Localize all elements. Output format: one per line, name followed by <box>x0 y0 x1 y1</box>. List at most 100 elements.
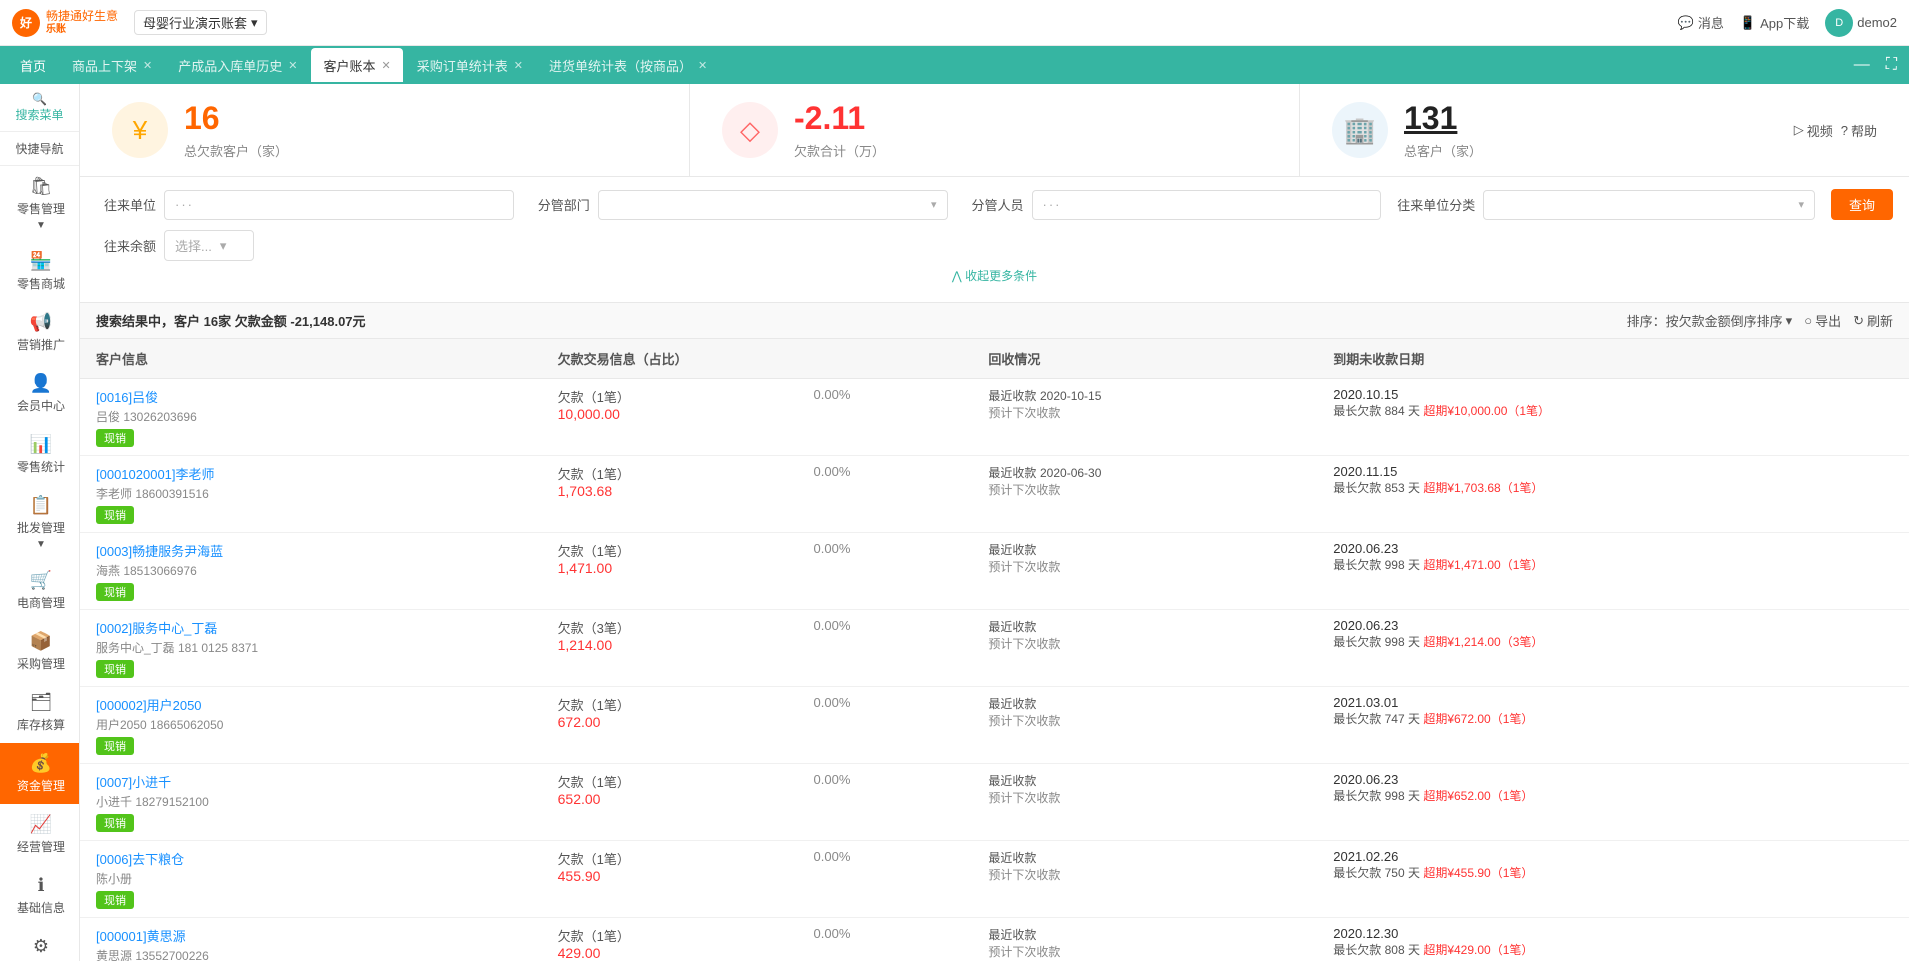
debt-amount-3[interactable]: 1,214.00 <box>558 637 774 653</box>
overdue-link-1[interactable]: 超期¥1,703.68（1笔） <box>1423 481 1543 495</box>
tab-product-off-close[interactable]: ✕ <box>143 59 152 72</box>
sidebar-item-purchase[interactable]: 📦 采购管理 <box>0 621 79 682</box>
message-btn[interactable]: 💬 消息 <box>1678 13 1724 32</box>
sidebar-item-sys[interactable]: ⚙ 系统管理 <box>0 926 79 961</box>
debt-amount-1[interactable]: 1,703.68 <box>558 483 774 499</box>
tab-purchase-order-close[interactable]: ✕ <box>514 59 523 72</box>
debt-amount-result: -21,148.07元 <box>290 314 365 329</box>
debt-amount-2[interactable]: 1,471.00 <box>558 560 774 576</box>
overdue-link-7[interactable]: 超期¥429.00（1笔） <box>1423 943 1533 957</box>
logo-icon: 好 <box>12 9 40 37</box>
balance-placeholder: 选择... <box>175 236 212 255</box>
sort-label: 排序：按欠款金额倒序排序 <box>1627 311 1783 330</box>
debt-amount-4[interactable]: 672.00 <box>558 714 774 730</box>
sidebar-item-retail-stat[interactable]: 📊 零售统计 <box>0 424 79 485</box>
sidebar-item-marketing[interactable]: 📢 营销推广 <box>0 302 79 363</box>
ratio-2: 0.00% <box>814 541 851 556</box>
due-date-5: 2020.06.23 <box>1333 772 1893 787</box>
sidebar-item-ops[interactable]: 📈 经营管理 <box>0 804 79 865</box>
overdue-link-5[interactable]: 超期¥652.00（1笔） <box>1423 789 1533 803</box>
tab-product-history[interactable]: 产成品入库单历史 ✕ <box>166 48 309 82</box>
query-button[interactable]: 查询 <box>1831 189 1893 220</box>
table-row: [000001]黄思源 黄思源 13552700226 现销 欠款（1笔） 42… <box>80 918 1909 961</box>
total-customers-icon: 🏢 <box>1332 102 1388 158</box>
stat-card-actions: ▷ 视频 ? 帮助 <box>1794 121 1877 140</box>
tab-home-label: 首页 <box>20 56 46 75</box>
unit-type-input[interactable]: ▾ <box>1483 190 1815 220</box>
debt-customers-icon: ¥ <box>112 102 168 158</box>
sidebar-purchase-label: 采购管理 <box>17 655 65 672</box>
tab-minimize-btn[interactable]: — <box>1850 54 1874 76</box>
overdue-link-2[interactable]: 超期¥1,471.00（1笔） <box>1423 558 1543 572</box>
sidebar-item-retail-mall[interactable]: 🏪 零售商城 <box>0 241 79 302</box>
cell-due-1: 2020.11.15 最长欠款 853 天 超期¥1,703.68（1笔） <box>1317 456 1909 533</box>
customer-name-7[interactable]: [000001]黄思源 <box>96 926 526 945</box>
chevron-down-icon2: ▼ <box>36 539 46 550</box>
tab-product-history-label: 产成品入库单历史 <box>178 56 282 75</box>
debt-count-4: 欠款（1笔） <box>558 695 774 714</box>
sidebar-marketing-label: 营销推广 <box>17 336 65 353</box>
user-area[interactable]: D demo2 <box>1825 9 1897 37</box>
debt-amount-0[interactable]: 10,000.00 <box>558 406 774 422</box>
cell-debt-0: 欠款（1笔） 10,000.00 <box>542 379 790 456</box>
tab-product-off[interactable]: 商品上下架 ✕ <box>60 48 164 82</box>
balance-select[interactable]: 选择... ▾ <box>164 230 254 261</box>
sidebar-item-basic[interactable]: ℹ 基础信息 <box>0 865 79 926</box>
tab-product-history-close[interactable]: ✕ <box>288 59 297 72</box>
overdue-link-6[interactable]: 超期¥455.90（1笔） <box>1423 866 1533 880</box>
collect-row-3: 最近收款 <box>988 618 1301 635</box>
customer-name-5[interactable]: [0007]小进千 <box>96 772 526 791</box>
tab-customer-account-close[interactable]: ✕ <box>382 59 391 72</box>
tab-customer-account[interactable]: 客户账本 ✕ <box>311 48 402 82</box>
col-debt-info: 欠款交易信息（占比） <box>542 339 973 379</box>
tab-bar: 首页 商品上下架 ✕ 产成品入库单历史 ✕ 客户账本 ✕ 采购订单统计表 ✕ 进… <box>0 46 1909 84</box>
customer-name-4[interactable]: [000002]用户2050 <box>96 695 526 714</box>
sidebar-item-inventory[interactable]: 🗂 库存核算 <box>0 682 79 743</box>
tab-maximize-btn[interactable]: ⛶ <box>1882 54 1901 76</box>
brand-link[interactable]: 乐账 <box>46 24 118 36</box>
company-selector[interactable]: 母婴行业演示账套 ▾ <box>134 10 267 35</box>
help-btn[interactable]: ? 帮助 <box>1841 121 1877 140</box>
sidebar-fast-nav[interactable]: 快捷导航 <box>0 132 79 166</box>
sidebar-item-retail-mgmt[interactable]: 🛍 零售管理 ▼ <box>0 166 79 241</box>
sidebar-item-batch-mgmt[interactable]: 📋 批发管理 ▼ <box>0 485 79 560</box>
debt-amount-5[interactable]: 652.00 <box>558 791 774 807</box>
balance-arrow: ▾ <box>220 238 227 254</box>
debt-amount-7[interactable]: 429.00 <box>558 945 774 961</box>
sort-btn[interactable]: 排序：按欠款金额倒序排序 ▾ <box>1627 311 1793 330</box>
collect-label-5: 最近收款 <box>988 774 1036 788</box>
total-customers-num[interactable]: 131 <box>1404 100 1482 137</box>
dept-input[interactable]: ▾ <box>598 190 948 220</box>
top-bar-left: 好 畅捷通好生意 乐账 母婴行业演示账套 ▾ <box>12 9 267 37</box>
tab-home[interactable]: 首页 <box>8 48 58 82</box>
refresh-btn[interactable]: ↻ 刷新 <box>1853 311 1893 330</box>
tab-purchase-stat[interactable]: 进货单统计表（按商品） ✕ <box>537 48 719 82</box>
customer-name-6[interactable]: [0006]去下粮仓 <box>96 849 526 868</box>
debt-amount-6[interactable]: 455.90 <box>558 868 774 884</box>
tab-purchase-order[interactable]: 采购订单统计表 ✕ <box>405 48 535 82</box>
total-customers-label: 总客户（家） <box>1404 141 1482 160</box>
sidebar-search-menu[interactable]: 🔍 搜索菜单 <box>0 84 79 132</box>
app-download-btn[interactable]: 📱 App下载 <box>1740 13 1809 32</box>
video-btn[interactable]: ▷ 视频 <box>1794 121 1833 140</box>
filter-row-2: 往来余额 选择... ▾ <box>96 230 1893 261</box>
filter-person: 分管人员 ··· <box>964 190 1382 220</box>
from-unit-input[interactable]: ··· <box>164 190 514 220</box>
col-collect: 回收情况 <box>972 339 1317 379</box>
customer-name-2[interactable]: [0003]畅捷服务尹海蓝 <box>96 541 526 560</box>
customer-name-3[interactable]: [0002]服务中心_丁磊 <box>96 618 526 637</box>
customer-name-1[interactable]: [0001020001]李老师 <box>96 464 526 483</box>
export-btn[interactable]: ○ 导出 <box>1804 311 1841 330</box>
overdue-link-3[interactable]: 超期¥1,214.00（3笔） <box>1423 635 1543 649</box>
person-input[interactable]: ··· <box>1032 190 1382 220</box>
cell-collect-7: 最近收款 预计下次收款 <box>972 918 1317 961</box>
sidebar-item-ecom[interactable]: 🛒 电商管理 <box>0 560 79 621</box>
customer-name-0[interactable]: [0016]吕俊 <box>96 387 526 406</box>
sidebar-item-finance[interactable]: 💰 资金管理 <box>0 743 79 804</box>
overdue-link-0[interactable]: 超期¥10,000.00（1笔） <box>1423 404 1550 418</box>
tab-purchase-stat-close[interactable]: ✕ <box>698 59 707 72</box>
sidebar-item-member[interactable]: 👤 会员中心 <box>0 363 79 424</box>
customer-tag-4: 现销 <box>96 737 134 755</box>
overdue-link-4[interactable]: 超期¥672.00（1笔） <box>1423 712 1533 726</box>
collapse-bar[interactable]: ⋀ 收起更多条件 <box>96 261 1893 290</box>
